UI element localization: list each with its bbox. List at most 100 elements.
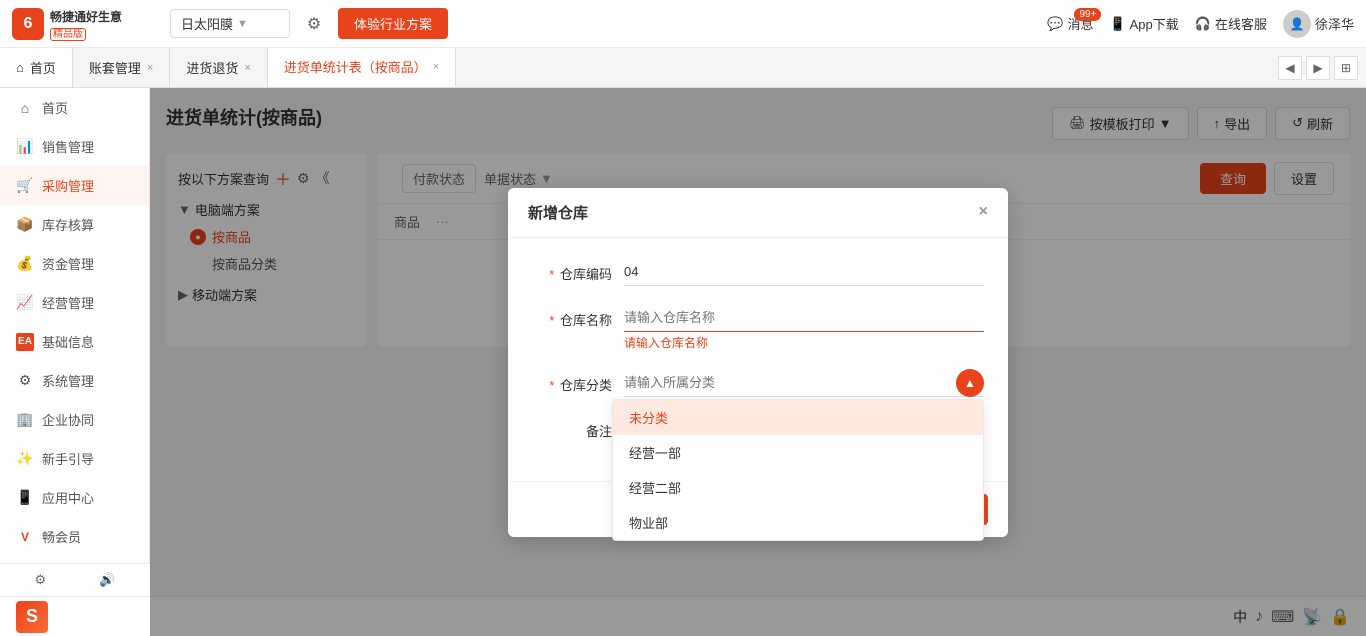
- sidebar-purchase-label: 采购管理: [42, 176, 94, 195]
- tab-next-button[interactable]: ▶: [1306, 56, 1330, 80]
- tab-purchase-return-label: 进货退货: [186, 58, 238, 77]
- settings-gear-button[interactable]: ⚙: [298, 8, 330, 40]
- add-warehouse-modal: 新增仓库 × * 仓库编码: [508, 188, 1008, 537]
- trial-industry-button[interactable]: 体验行业方案: [338, 8, 448, 39]
- message-icon: 💬: [1047, 16, 1063, 32]
- tab-purchase-return-close-icon[interactable]: ×: [244, 62, 250, 74]
- sidebar-item-system[interactable]: ⚙ 系统管理: [0, 361, 149, 400]
- warehouse-code-input[interactable]: [624, 258, 984, 286]
- sidebar-item-operations[interactable]: 📈 经营管理: [0, 283, 149, 322]
- name-error-message: 请输入仓库名称: [624, 334, 984, 351]
- sidebar-sales-label: 销售管理: [42, 137, 94, 156]
- sidebar-guide-label: 新手引导: [42, 449, 94, 468]
- footer-logo: S: [16, 601, 48, 633]
- sidebar-item-vip[interactable]: V 畅会员: [0, 517, 149, 556]
- vip-icon: V: [16, 530, 34, 544]
- tab-accounts-label: 账套管理: [89, 58, 141, 77]
- store-arrow-icon: ▼: [237, 18, 248, 30]
- tab-prev-button[interactable]: ◀: [1278, 56, 1302, 80]
- dropdown-item-ops2[interactable]: 经营二部: [613, 470, 983, 505]
- s-logo-icon: S: [16, 601, 48, 633]
- tab-purchase-stat-close-icon[interactable]: ×: [433, 61, 439, 73]
- settings-bottom-icon[interactable]: ⚙: [35, 572, 47, 588]
- sidebar-inventory-label: 库存核算: [42, 215, 94, 234]
- sidebar-item-purchase[interactable]: 🛒 采购管理: [0, 166, 149, 205]
- category-select-wrap: ▲: [624, 369, 984, 397]
- sales-icon: 📊: [16, 138, 34, 155]
- main-layout: ⌂ 首页 📊 销售管理 🛒 采购管理 📦 库存核算 💰 资金管理 📈 经营管理 …: [0, 88, 1366, 636]
- store-selector[interactable]: 日太阳膜 ▼: [170, 9, 290, 38]
- sidebar-bottom-actions: ⚙ 🔊: [0, 563, 150, 596]
- sidebar-item-enterprise[interactable]: 🏢 企业协同: [0, 400, 149, 439]
- dropdown-item-unclassified[interactable]: 未分类: [613, 400, 983, 435]
- category-dropdown-list: 未分类 经营一部 经营二部 物业部: [612, 399, 984, 541]
- sidebar-item-finance[interactable]: 💰 资金管理: [0, 244, 149, 283]
- name-input-wrap: 请输入仓库名称: [624, 304, 984, 351]
- warehouse-name-input[interactable]: [624, 304, 984, 332]
- sidebar-item-basic-info[interactable]: EA 基础信息: [0, 322, 149, 361]
- tab-accounts[interactable]: 账套管理 ×: [73, 48, 170, 87]
- sidebar-basic-info-label: 基础信息: [42, 332, 94, 351]
- sidebar-item-sales[interactable]: 📊 销售管理: [0, 127, 149, 166]
- home-sidebar-icon: ⌂: [16, 100, 34, 116]
- tab-bar: ⌂ 首页 账套管理 × 进货退货 × 进货单统计表（按商品） × ◀ ▶ ⊞: [0, 48, 1366, 88]
- warehouse-category-row: * 仓库分类 ▲ 未分类: [532, 369, 984, 397]
- tab-actions: ◀ ▶ ⊞: [1270, 48, 1366, 87]
- message-badge: 99+: [1074, 8, 1101, 21]
- user-name: 徐泽华: [1315, 14, 1354, 33]
- main-content: 进货单统计(按商品) 🖨 按模板打印 ▼ ↑ 导出 ↺ 刷新: [150, 88, 1366, 636]
- sidebar: ⌂ 首页 📊 销售管理 🛒 采购管理 📦 库存核算 💰 资金管理 📈 经营管理 …: [0, 88, 150, 636]
- tab-accounts-close-icon[interactable]: ×: [147, 62, 153, 74]
- user-menu-button[interactable]: 👤 徐泽华: [1283, 10, 1354, 38]
- sidebar-operations-label: 经营管理: [42, 293, 94, 312]
- basic-info-icon: EA: [16, 333, 34, 351]
- tab-purchase-return[interactable]: 进货退货 ×: [170, 48, 267, 87]
- code-label: * 仓库编码: [532, 258, 612, 283]
- tab-purchase-stat[interactable]: 进货单统计表（按商品） ×: [268, 48, 456, 87]
- tab-home[interactable]: ⌂ 首页: [0, 48, 73, 87]
- online-service-button[interactable]: 🎧 在线客服: [1195, 14, 1267, 33]
- sidebar-item-inventory[interactable]: 📦 库存核算: [0, 205, 149, 244]
- tab-expand-button[interactable]: ⊞: [1334, 56, 1358, 80]
- sidebar-item-home[interactable]: ⌂ 首页: [0, 88, 149, 127]
- home-icon: ⌂: [16, 60, 24, 75]
- sidebar-enterprise-label: 企业协同: [42, 410, 94, 429]
- sidebar-item-guide[interactable]: ✨ 新手引导: [0, 439, 149, 478]
- category-label: * 仓库分类: [532, 369, 612, 394]
- modal-title: 新增仓库: [528, 202, 588, 223]
- category-dropdown-button[interactable]: ▲: [956, 369, 984, 397]
- code-input-wrap: [624, 258, 984, 286]
- gear-icon: ⚙: [307, 14, 321, 34]
- headset-icon: 🎧: [1195, 16, 1211, 32]
- guide-icon: ✨: [16, 450, 34, 467]
- messages-button[interactable]: 💬 消息 99+: [1047, 14, 1093, 33]
- app-label: App下载: [1130, 14, 1179, 33]
- service-label: 在线客服: [1215, 14, 1267, 33]
- tab-home-label: 首页: [30, 58, 56, 77]
- category-input[interactable]: [624, 369, 984, 397]
- dropdown-item-ops3[interactable]: 物业部: [613, 505, 983, 540]
- logo-area: 6 畅捷通好生意 精品版: [12, 8, 162, 40]
- modal-close-button[interactable]: ×: [979, 203, 988, 221]
- logo-icon: 6: [12, 8, 44, 40]
- store-name: 日太阳膜: [181, 14, 233, 33]
- dropdown-item-ops1[interactable]: 经营一部: [613, 435, 983, 470]
- inventory-icon: 📦: [16, 216, 34, 233]
- finance-icon: 💰: [16, 255, 34, 272]
- app-download-button[interactable]: 📱 App下载: [1109, 14, 1178, 33]
- modal-overlay: 新增仓库 × * 仓库编码: [150, 88, 1366, 636]
- sidebar-vip-label: 畅会员: [42, 527, 81, 546]
- sidebar-home-label: 首页: [42, 98, 68, 117]
- name-label: * 仓库名称: [532, 304, 612, 329]
- enterprise-icon: 🏢: [16, 411, 34, 428]
- logo-badge: 精品版: [50, 25, 122, 40]
- note-label: 备注: [532, 415, 612, 440]
- audio-icon[interactable]: 🔊: [99, 572, 115, 588]
- header-right: 💬 消息 99+ 📱 App下载 🎧 在线客服 👤 徐泽华: [1047, 10, 1354, 38]
- sidebar-item-app-center[interactable]: 📱 应用中心: [0, 478, 149, 517]
- sidebar-app-center-label: 应用中心: [42, 488, 94, 507]
- app-center-icon: 📱: [16, 489, 34, 506]
- purchase-icon: 🛒: [16, 177, 34, 194]
- top-header: 6 畅捷通好生意 精品版 日太阳膜 ▼ ⚙ 体验行业方案 💬 消息 99+ 📱 …: [0, 0, 1366, 48]
- modal-header: 新增仓库 ×: [508, 188, 1008, 238]
